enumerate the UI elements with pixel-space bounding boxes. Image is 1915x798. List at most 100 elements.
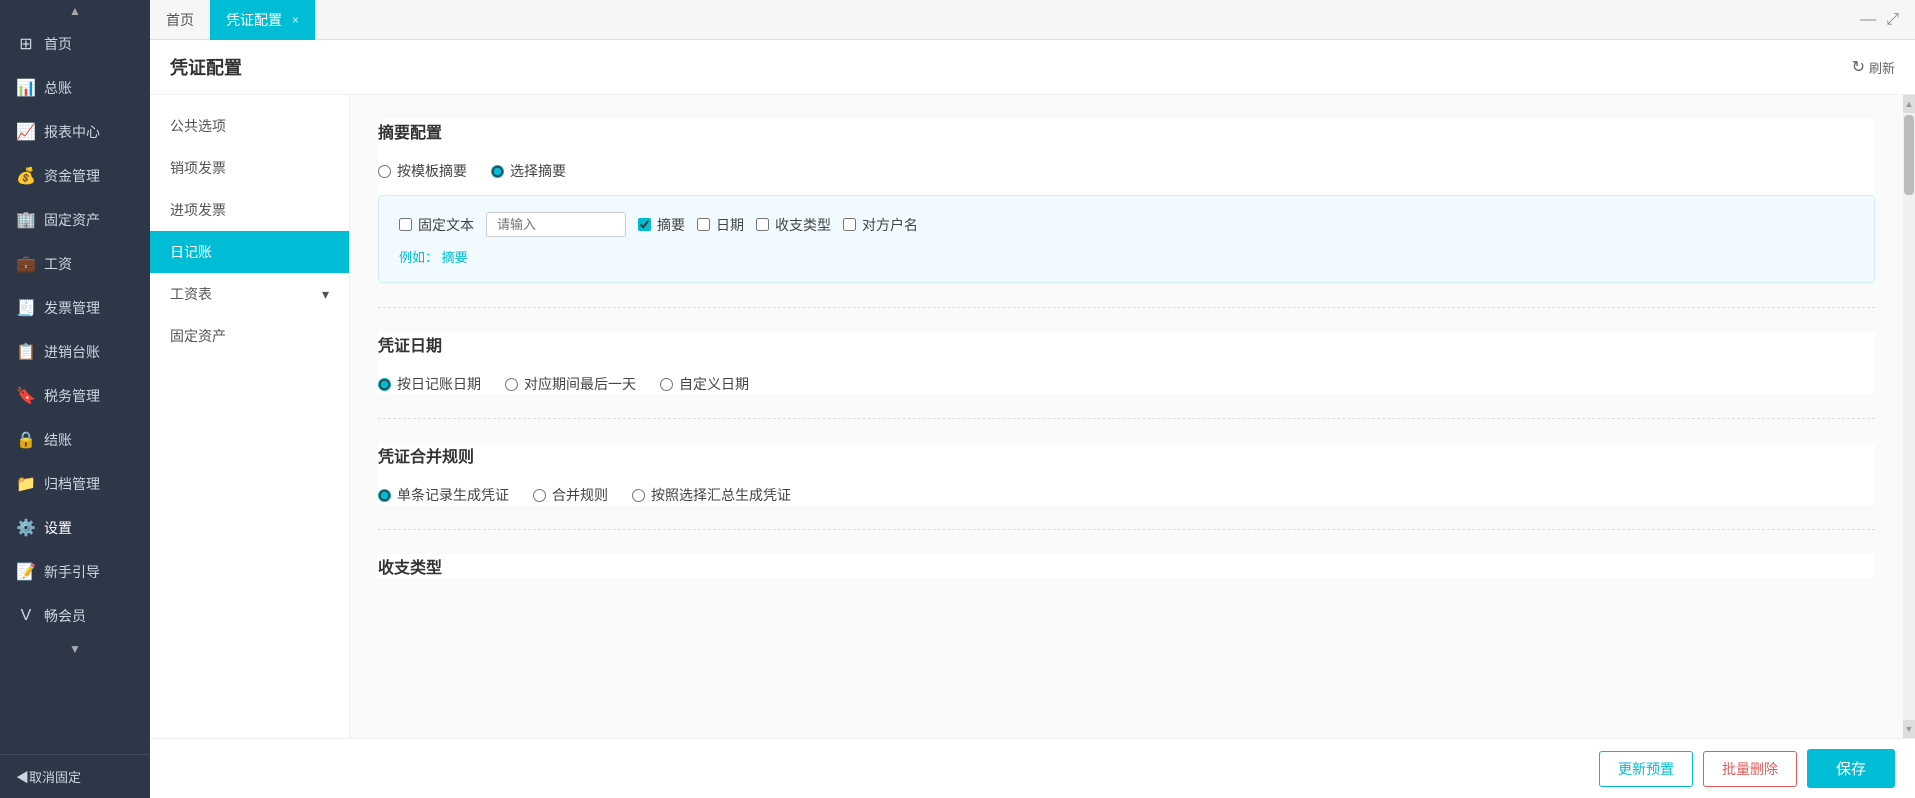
summary-label: 摘要 bbox=[657, 215, 685, 235]
summary-select-option[interactable]: 选择摘要 bbox=[491, 161, 566, 181]
example-text: 例如： 摘要 bbox=[399, 247, 1854, 266]
single-record-radio[interactable] bbox=[378, 489, 391, 502]
summary-config-section: 摘要配置 按模板摘要 选择摘要 bbox=[378, 119, 1875, 283]
fixed-text-option[interactable]: 固定文本 bbox=[399, 215, 474, 235]
counterpart-label: 对方户名 bbox=[862, 215, 918, 235]
counterpart-checkbox[interactable] bbox=[843, 218, 856, 231]
period-last-radio[interactable] bbox=[505, 378, 518, 391]
summary-config-box: 固定文本 摘要 日期 bbox=[378, 195, 1875, 283]
left-nav-item-sales-invoice[interactable]: 销项发票 bbox=[150, 147, 349, 189]
maximize-icon[interactable]: ⤢ bbox=[1886, 11, 1899, 29]
tab-close-icon[interactable]: × bbox=[292, 13, 299, 27]
sidebar-scroll-up[interactable]: ▲ bbox=[0, 0, 150, 22]
scroll-up-arrow[interactable]: ▲ bbox=[1903, 95, 1915, 113]
counterpart-option[interactable]: 对方户名 bbox=[843, 215, 918, 235]
sidebar-item-settings[interactable]: ⚙️ 设置 bbox=[0, 506, 150, 550]
tab-home[interactable]: 首页 bbox=[150, 0, 210, 40]
batch-delete-button[interactable]: 批量删除 bbox=[1703, 751, 1797, 787]
select-total-radio[interactable] bbox=[632, 489, 645, 502]
left-nav-label: 日记账 bbox=[170, 242, 212, 262]
fund-icon: 💰 bbox=[16, 166, 36, 186]
divider-1 bbox=[378, 307, 1875, 308]
sidebar-item-member[interactable]: V 畅会员 bbox=[0, 594, 150, 638]
summary-option[interactable]: 摘要 bbox=[638, 215, 685, 235]
left-nav-item-input-invoice[interactable]: 进项发票 bbox=[150, 189, 349, 231]
tab-voucher-label: 凭证配置 bbox=[226, 10, 282, 30]
single-record-label: 单条记录生成凭证 bbox=[397, 485, 509, 505]
close-account-icon: 🔒 bbox=[16, 430, 36, 450]
sidebar-item-sales[interactable]: 📋 进销台账 bbox=[0, 330, 150, 374]
fixed-text-label: 固定文本 bbox=[418, 215, 474, 235]
journal-date-radio[interactable] bbox=[378, 378, 391, 391]
custom-date-radio[interactable] bbox=[660, 378, 673, 391]
save-button[interactable]: 保存 bbox=[1807, 749, 1895, 788]
scroll-down-arrow[interactable]: ▼ bbox=[1903, 720, 1915, 738]
sidebar-item-salary[interactable]: 💼 工资 bbox=[0, 242, 150, 286]
left-nav-item-journal[interactable]: 日记账 bbox=[150, 231, 349, 273]
type-checkbox[interactable] bbox=[756, 218, 769, 231]
settings-icon: ⚙️ bbox=[16, 518, 36, 538]
date-option[interactable]: 日期 bbox=[697, 215, 744, 235]
window-controls: — ⤢ bbox=[1860, 11, 1899, 29]
fixed-text-checkbox[interactable] bbox=[399, 218, 412, 231]
left-nav-item-payroll[interactable]: 工资表 ▾ bbox=[150, 273, 349, 315]
update-preview-button[interactable]: 更新预置 bbox=[1599, 751, 1693, 787]
single-record-option[interactable]: 单条记录生成凭证 bbox=[378, 485, 509, 505]
tab-bar: 首页 凭证配置 × — ⤢ bbox=[150, 0, 1915, 40]
income-type-title: 收支类型 bbox=[378, 554, 1875, 578]
fixed-text-input[interactable] bbox=[486, 212, 626, 237]
tax-icon: 🔖 bbox=[16, 386, 36, 406]
sidebar-item-label: 结账 bbox=[44, 430, 72, 450]
merge-rule-option[interactable]: 合并规则 bbox=[533, 485, 608, 505]
tab-home-label: 首页 bbox=[166, 10, 194, 30]
sidebar-item-close[interactable]: 🔒 结账 bbox=[0, 418, 150, 462]
scrollbar: ▲ ▼ bbox=[1903, 95, 1915, 738]
scroll-thumb[interactable] bbox=[1904, 115, 1914, 195]
sidebar-item-label: 资金管理 bbox=[44, 166, 100, 186]
sidebar-item-label: 首页 bbox=[44, 34, 72, 54]
summary-checkbox[interactable] bbox=[638, 218, 651, 231]
sidebar-item-guide[interactable]: 📝 新手引导 bbox=[0, 550, 150, 594]
merge-rule-label: 合并规则 bbox=[552, 485, 608, 505]
refresh-button[interactable]: ↻ 刷新 bbox=[1852, 57, 1895, 77]
sidebar-item-label: 设置 bbox=[44, 518, 72, 538]
sidebar-item-label: 报表中心 bbox=[44, 122, 100, 142]
type-option[interactable]: 收支类型 bbox=[756, 215, 831, 235]
refresh-label: 刷新 bbox=[1869, 58, 1895, 77]
summary-section-title: 摘要配置 bbox=[378, 119, 1875, 143]
sidebar-item-fund[interactable]: 💰 资金管理 bbox=[0, 154, 150, 198]
sidebar: ▲ ⊞ 首页 📊 总账 📈 报表中心 💰 资金管理 🏢 固定资产 💼 工资 🧾 … bbox=[0, 0, 150, 798]
summary-template-radio[interactable] bbox=[378, 165, 391, 178]
sidebar-scroll-down[interactable]: ▼ bbox=[0, 638, 150, 660]
sidebar-item-tax[interactable]: 🔖 税务管理 bbox=[0, 374, 150, 418]
journal-date-option[interactable]: 按日记账日期 bbox=[378, 374, 481, 394]
left-nav-item-public[interactable]: 公共选项 bbox=[150, 105, 349, 147]
sidebar-footer-label: ◀取消固定 bbox=[16, 767, 81, 786]
summary-template-option[interactable]: 按模板摘要 bbox=[378, 161, 467, 181]
summary-select-radio[interactable] bbox=[491, 165, 504, 178]
period-last-option[interactable]: 对应期间最后一天 bbox=[505, 374, 636, 394]
date-checkbox[interactable] bbox=[697, 218, 710, 231]
sidebar-item-ledger[interactable]: 📊 总账 bbox=[0, 66, 150, 110]
minimize-icon[interactable]: — bbox=[1860, 11, 1876, 29]
sidebar-item-home[interactable]: ⊞ 首页 bbox=[0, 22, 150, 66]
sidebar-item-invoice[interactable]: 🧾 发票管理 bbox=[0, 286, 150, 330]
summary-radio-row: 按模板摘要 选择摘要 bbox=[378, 161, 1875, 181]
custom-date-option[interactable]: 自定义日期 bbox=[660, 374, 749, 394]
sidebar-item-report[interactable]: 📈 报表中心 bbox=[0, 110, 150, 154]
sidebar-unpin-button[interactable]: ◀取消固定 bbox=[0, 754, 150, 798]
tab-voucher[interactable]: 凭证配置 × bbox=[210, 0, 315, 40]
summary-select-label: 选择摘要 bbox=[510, 161, 566, 181]
sidebar-item-archive[interactable]: 📁 归档管理 bbox=[0, 462, 150, 506]
ledger-icon: 📊 bbox=[16, 78, 36, 98]
custom-date-label: 自定义日期 bbox=[679, 374, 749, 394]
sidebar-item-asset[interactable]: 🏢 固定资产 bbox=[0, 198, 150, 242]
income-type-section: 收支类型 bbox=[378, 554, 1875, 578]
period-last-label: 对应期间最后一天 bbox=[524, 374, 636, 394]
asset-icon: 🏢 bbox=[16, 210, 36, 230]
select-total-option[interactable]: 按照选择汇总生成凭证 bbox=[632, 485, 791, 505]
merge-rule-radio[interactable] bbox=[533, 489, 546, 502]
report-icon: 📈 bbox=[16, 122, 36, 142]
voucher-date-radio-row: 按日记账日期 对应期间最后一天 自定义日期 bbox=[378, 374, 1875, 394]
left-nav-item-fixed-asset[interactable]: 固定资产 bbox=[150, 315, 349, 357]
